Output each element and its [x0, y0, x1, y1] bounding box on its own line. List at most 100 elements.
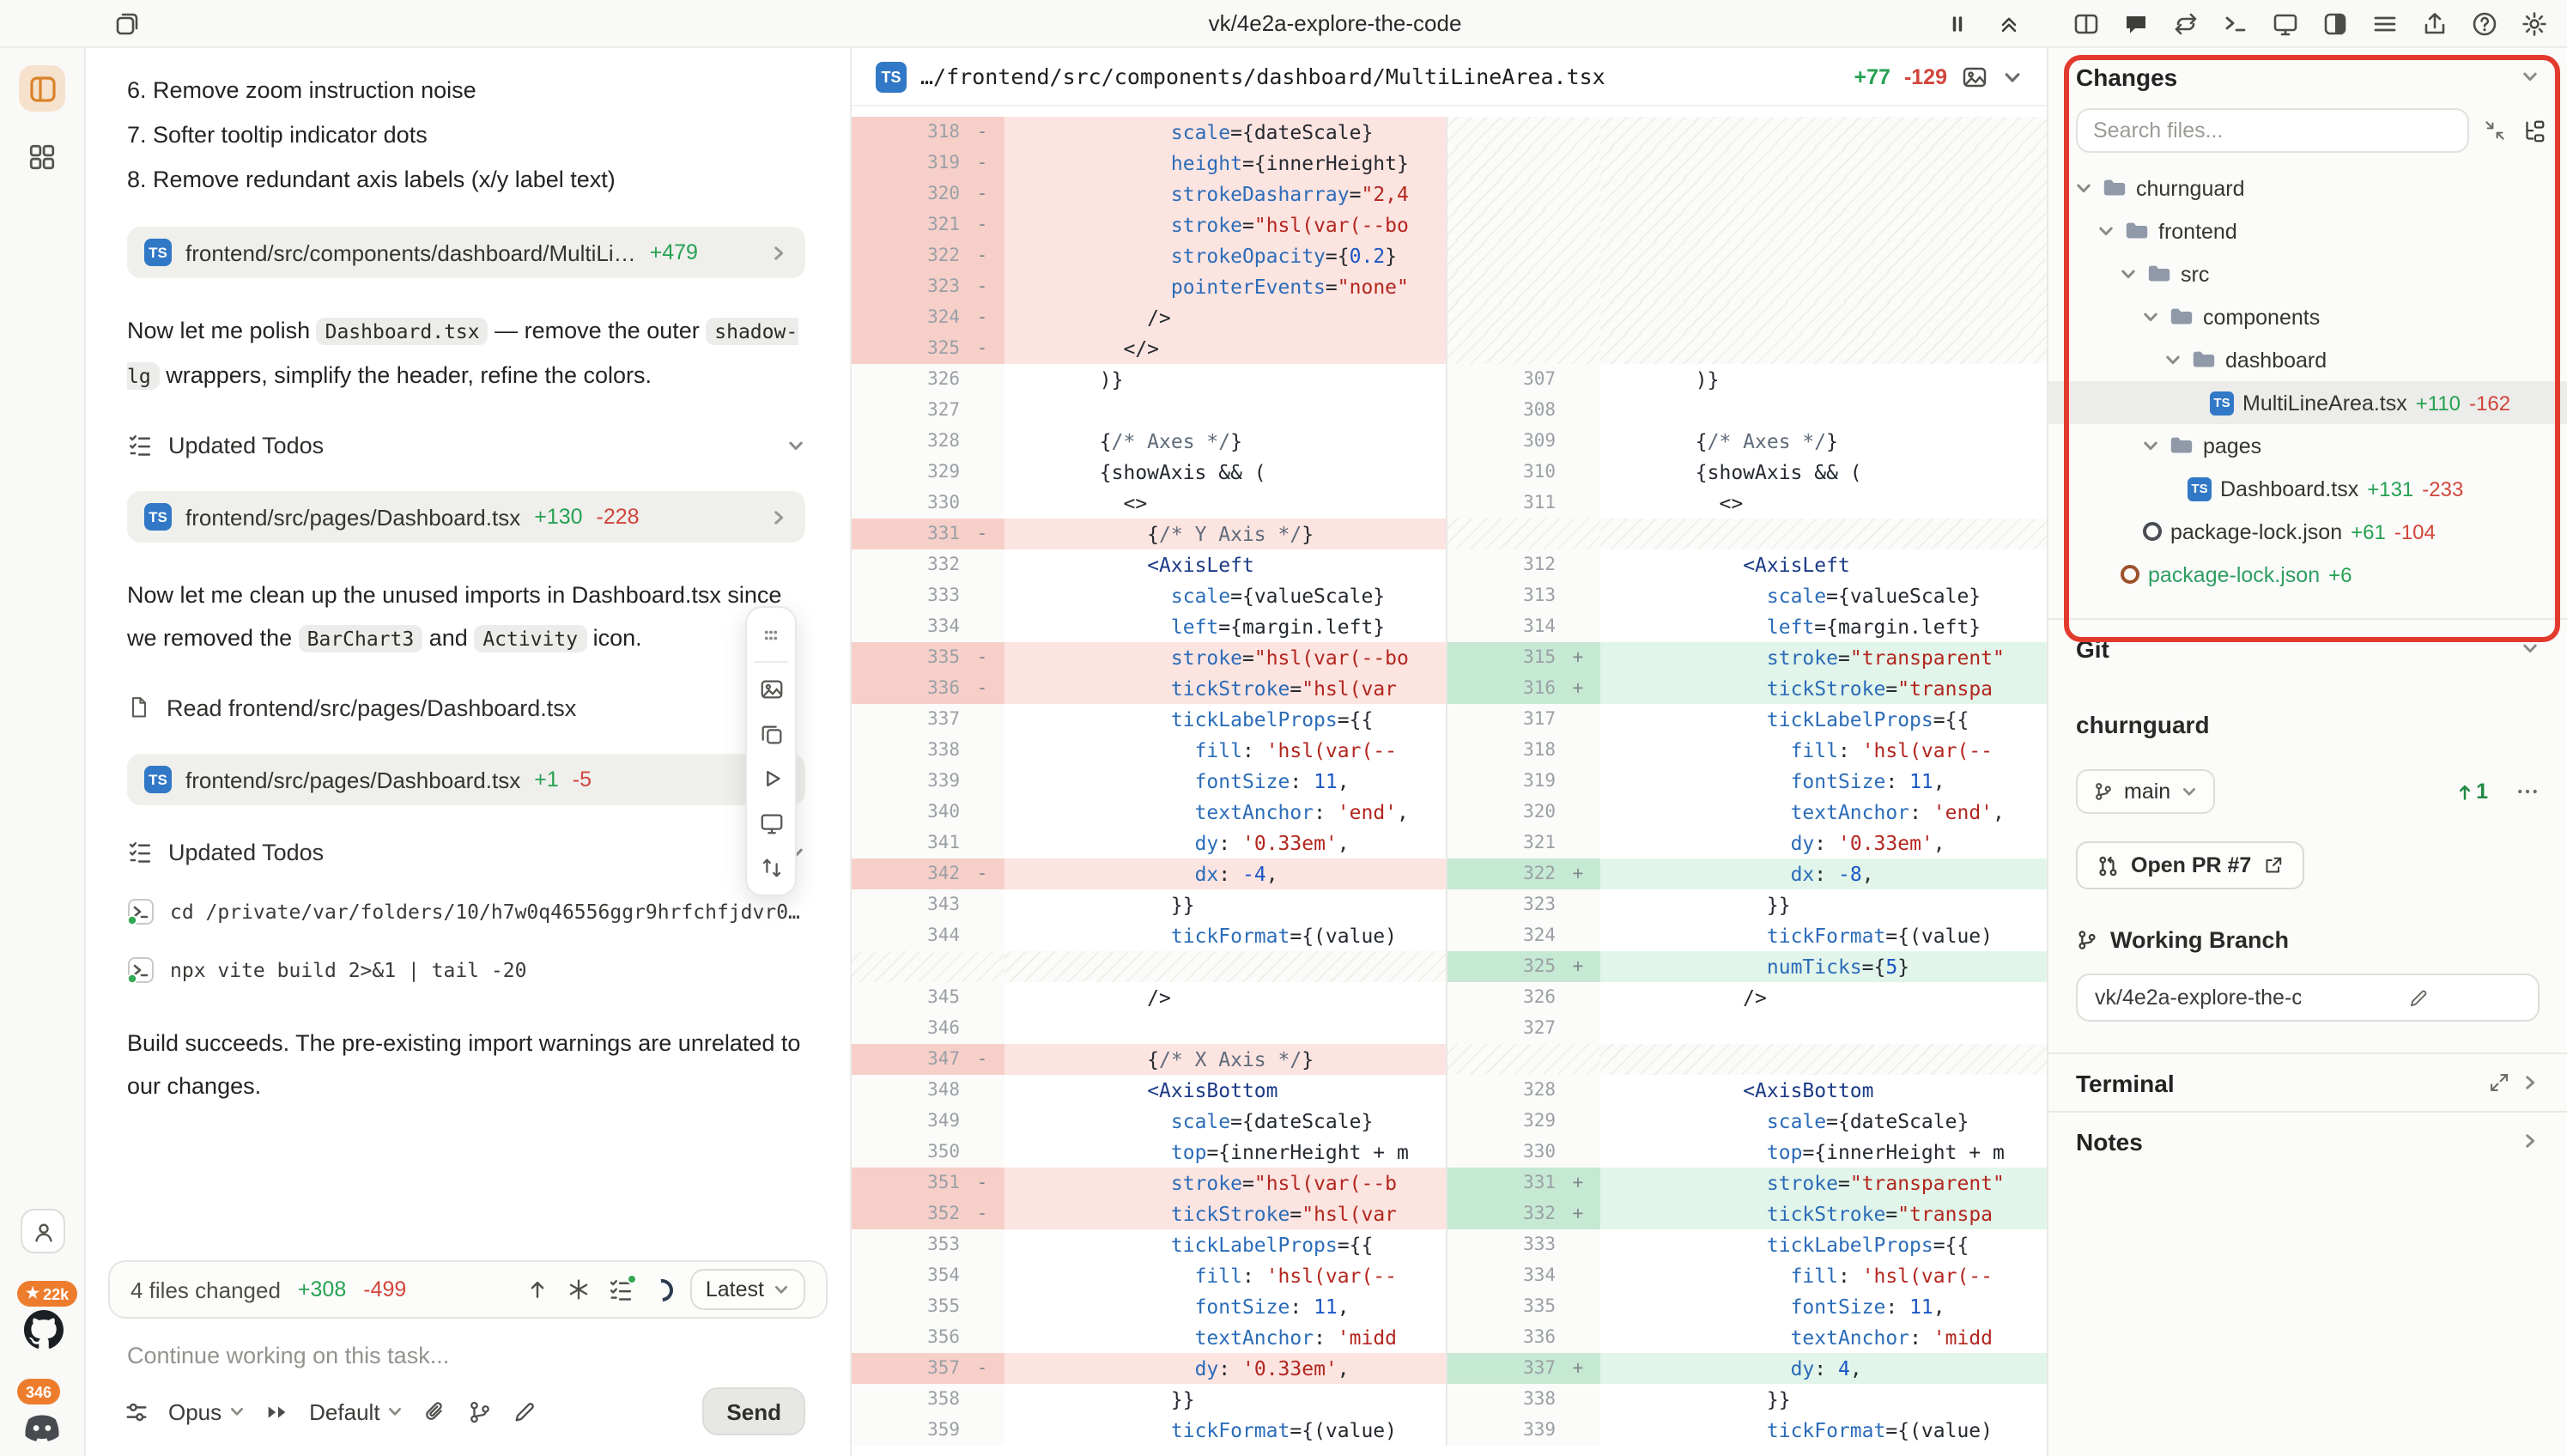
- diff-gutter-old: 359: [852, 1415, 1004, 1446]
- more-icon[interactable]: [2515, 780, 2540, 804]
- diff-gutter-old: 319-: [852, 148, 1004, 179]
- diff-gutter-old: 354: [852, 1260, 1004, 1291]
- diff-gutter-old: 320-: [852, 179, 1004, 209]
- diff-gutter-old: 339: [852, 766, 1004, 797]
- status-bar[interactable]: 4 files changed +308 -499 Latest: [108, 1260, 828, 1319]
- compare-icon[interactable]: [749, 845, 793, 889]
- read-file-row[interactable]: Read frontend/src/pages/Dashboard.tsx: [127, 685, 805, 730]
- diff-gutter-new: 333: [1447, 1229, 1600, 1260]
- screenshot-icon[interactable]: [749, 666, 793, 711]
- tree-folder[interactable]: pages: [2048, 424, 2567, 467]
- tree-file[interactable]: package-lock.json+6: [2048, 553, 2567, 596]
- discord-icon[interactable]: [21, 1404, 64, 1447]
- tree-folder[interactable]: churnguard: [2048, 167, 2567, 209]
- mode-dropdown[interactable]: Default: [309, 1398, 404, 1424]
- diff-gutter-old: 326: [852, 364, 1004, 395]
- diff-gutter-old: 329: [852, 457, 1004, 488]
- chat-bubble-icon[interactable]: [2122, 9, 2150, 37]
- diff-row: 326 )}307 )}: [852, 364, 2047, 395]
- github-icon[interactable]: [24, 1310, 64, 1350]
- version-dropdown[interactable]: Latest: [690, 1269, 805, 1310]
- file-chip[interactable]: TSfrontend/src/pages/Dashboard.tsx+130-2…: [127, 491, 805, 543]
- todos-status-icon[interactable]: [608, 1277, 634, 1302]
- swap-icon[interactable]: [2172, 9, 2200, 37]
- updated-todos-row[interactable]: Updated Todos: [127, 829, 805, 874]
- diff-code-old: tickLabelProps={{: [1004, 1229, 1447, 1260]
- model-dropdown[interactable]: Opus: [168, 1398, 246, 1424]
- terminal-icon[interactable]: [2222, 9, 2249, 37]
- tabs-icon[interactable]: [113, 9, 141, 37]
- diff-code-old: }}: [1004, 1384, 1447, 1415]
- inline-code: BarChart3: [299, 625, 423, 652]
- file-chip[interactable]: TSfrontend/src/pages/Dashboard.tsx+1-5: [127, 754, 805, 805]
- image-icon[interactable]: [1961, 63, 1988, 90]
- drag-handle-icon[interactable]: [749, 613, 793, 658]
- tree-folder[interactable]: src: [2048, 252, 2567, 295]
- tree-file[interactable]: package-lock.json+61-104: [2048, 510, 2567, 553]
- chat-input[interactable]: [108, 1343, 828, 1368]
- folder-icon: [2191, 347, 2217, 373]
- chevron-down-icon: [2163, 350, 2182, 369]
- help-icon[interactable]: [2471, 9, 2498, 37]
- diff-code-old: <AxisBottom: [1004, 1075, 1447, 1106]
- monitor-icon[interactable]: [749, 800, 793, 845]
- file-search-input[interactable]: [2076, 108, 2469, 153]
- account-button[interactable]: [21, 1209, 65, 1253]
- diff-code-new: top={innerHeight + m: [1600, 1137, 2047, 1168]
- attach-icon[interactable]: [423, 1398, 449, 1424]
- split-panel-icon[interactable]: [2072, 9, 2100, 37]
- fast-forward-icon[interactable]: [264, 1398, 290, 1424]
- burst-icon[interactable]: [567, 1277, 591, 1301]
- menu-icon[interactable]: [2371, 9, 2399, 37]
- pencil-icon[interactable]: [2315, 986, 2521, 1009]
- collapse-tree-icon[interactable]: [2483, 118, 2507, 143]
- expand-icon[interactable]: [2488, 1071, 2510, 1094]
- file-chip[interactable]: TSfrontend/src/components/dashboard/Mult…: [127, 227, 805, 278]
- display-icon[interactable]: [2272, 9, 2299, 37]
- sliders-icon[interactable]: [124, 1398, 149, 1424]
- chevron-down-icon[interactable]: [2002, 66, 2023, 87]
- notes-header[interactable]: Notes: [2048, 1113, 2567, 1169]
- tree-folder[interactable]: dashboard: [2048, 338, 2567, 381]
- diff-code-old: height={innerHeight}: [1004, 148, 1447, 179]
- grid-icon[interactable]: [0, 143, 84, 172]
- diff-header: TS …/frontend/src/components/dashboard/M…: [852, 48, 2047, 106]
- settings-gear-icon[interactable]: [2521, 9, 2548, 37]
- terminal-command-row[interactable]: npx vite build 2>&1 | tail -20: [127, 949, 805, 991]
- diff-row: 336- tickStroke="hsl(var316+ tickStroke=…: [852, 673, 2047, 704]
- share-icon[interactable]: [2421, 9, 2449, 37]
- file-tree-icon[interactable]: [2521, 118, 2546, 143]
- pause-icon[interactable]: [1945, 11, 1969, 35]
- loading-spinner: [646, 1274, 678, 1306]
- tree-file[interactable]: TSDashboard.tsx+131-233: [2048, 467, 2567, 510]
- theme-toggle-icon[interactable]: [2321, 9, 2349, 37]
- tree-folder[interactable]: components: [2048, 295, 2567, 338]
- tree-file[interactable]: TSMultiLineArea.tsx+110-162: [2048, 381, 2567, 424]
- diff-code-old: {showAxis && (: [1004, 457, 1447, 488]
- terminal-command-row[interactable]: cd /private/var/folders/10/h7w0q46556ggr…: [127, 891, 805, 932]
- working-branch-field[interactable]: vk/4e2a-explore-the-code: [2076, 974, 2540, 1022]
- collapse-up-icon[interactable]: [1997, 11, 2021, 35]
- branch-selector[interactable]: main: [2076, 769, 2215, 814]
- pen-icon[interactable]: [513, 1398, 538, 1424]
- send-button[interactable]: Send: [702, 1387, 805, 1435]
- copy-icon[interactable]: [749, 711, 793, 755]
- diff-gutter-old: 352-: [852, 1198, 1004, 1229]
- scroll-up-icon[interactable]: [525, 1277, 549, 1301]
- terminal-cmd-icon: [127, 898, 155, 925]
- updated-todos-row[interactable]: Updated Todos: [127, 422, 805, 467]
- diff-code-old: textAnchor: 'midd: [1004, 1322, 1447, 1353]
- terminal-header[interactable]: Terminal: [2048, 1054, 2567, 1111]
- branch-icon[interactable]: [468, 1398, 494, 1424]
- diff-body: 318- scale={dateScale}319- height={inner…: [852, 106, 2047, 1456]
- open-pr-button[interactable]: Open PR #7: [2076, 841, 2304, 889]
- changes-tree: churnguardfrontendsrccomponentsdashboard…: [2048, 167, 2567, 596]
- diff-gutter-new: 326: [1447, 982, 1600, 1013]
- play-icon[interactable]: [749, 755, 793, 800]
- workspace-tab-active[interactable]: [19, 65, 65, 112]
- diff-gutter-old: 337: [852, 704, 1004, 735]
- changes-header[interactable]: Changes: [2048, 48, 2567, 105]
- git-header[interactable]: Git: [2048, 620, 2567, 676]
- diff-row: 351- stroke="hsl(var(--b331+ stroke="tra…: [852, 1168, 2047, 1198]
- tree-folder[interactable]: frontend: [2048, 209, 2567, 252]
